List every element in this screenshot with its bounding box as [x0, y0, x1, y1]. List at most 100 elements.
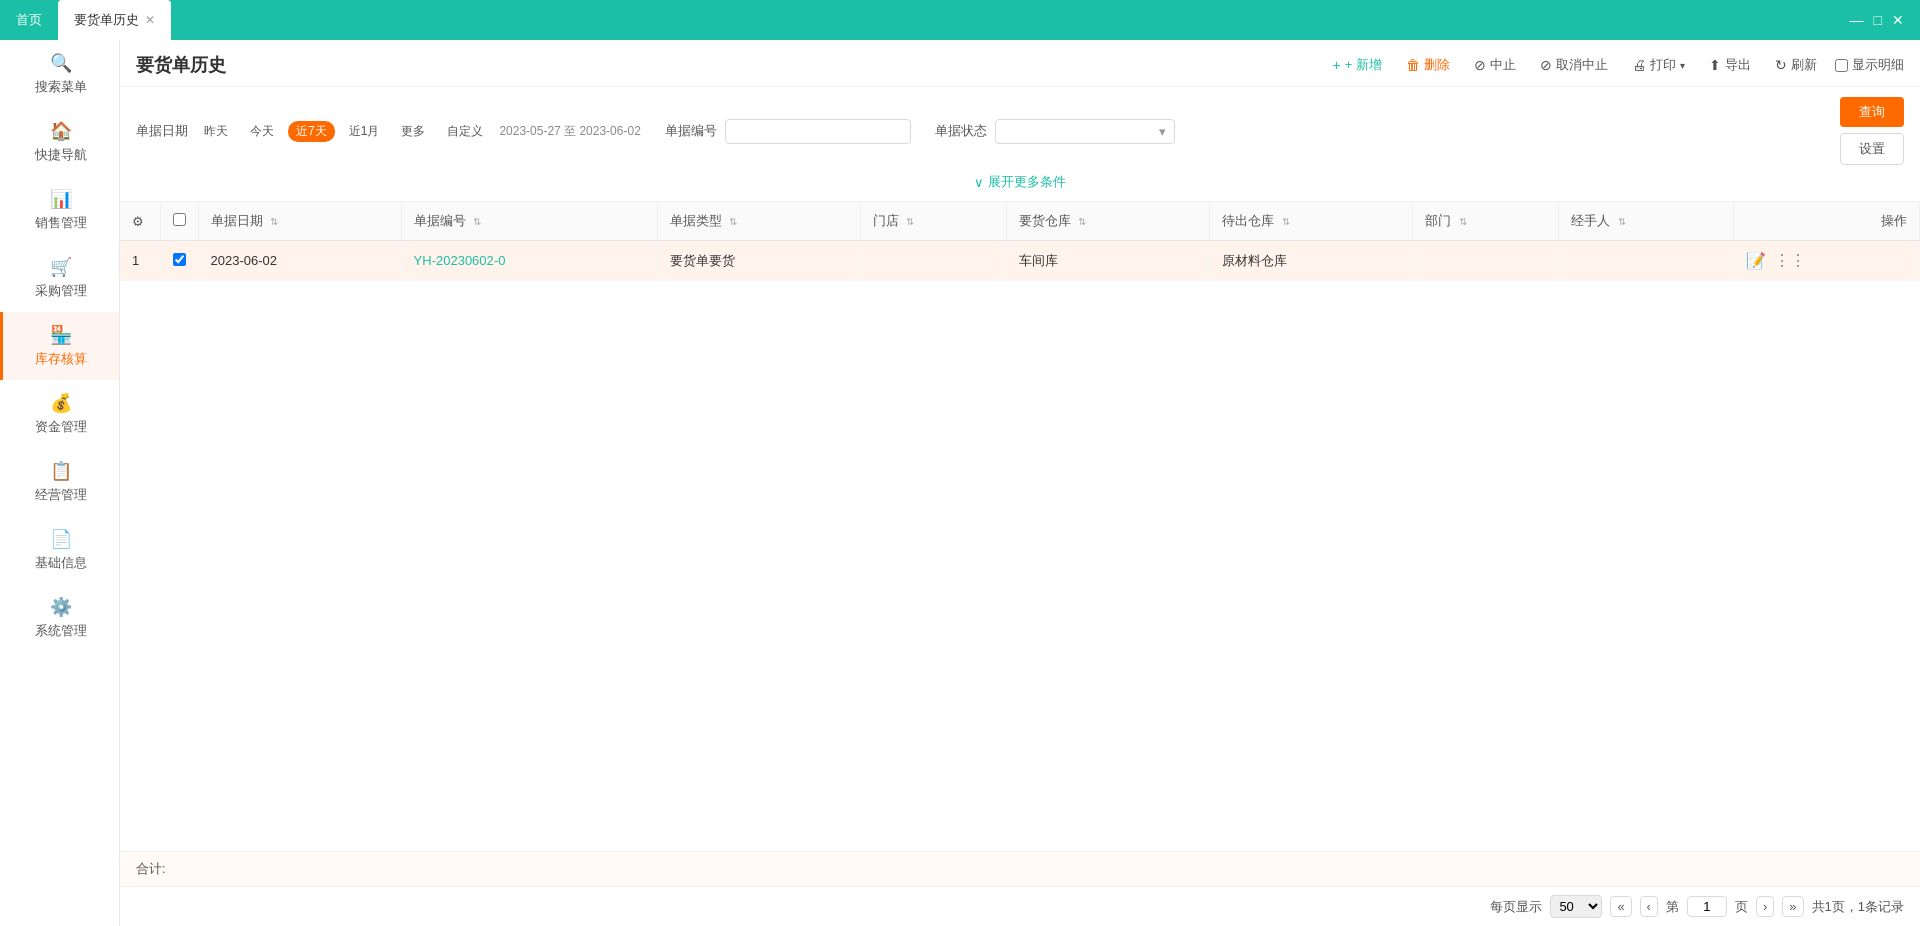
- sidebar-item-purchase-label: 采购管理: [35, 282, 87, 300]
- th-store[interactable]: 门店 ⇅: [860, 202, 1006, 241]
- next-page-button[interactable]: ›: [1756, 896, 1774, 917]
- select-all-checkbox[interactable]: [173, 213, 186, 226]
- row-req-warehouse: 车间库: [1006, 241, 1209, 281]
- finance-icon: 💰: [50, 392, 72, 414]
- row-more-icon[interactable]: ⋮⋮: [1774, 251, 1806, 270]
- th-doc-no-label: 单据编号: [414, 213, 466, 228]
- sidebar-item-purchase[interactable]: 🛒 采购管理: [0, 244, 119, 312]
- print-arrow-icon: ▾: [1680, 60, 1685, 71]
- date-btn-7days[interactable]: 近7天: [288, 121, 335, 142]
- date-buttons: 昨天 今天 近7天 近1月 更多 自定义: [196, 121, 491, 142]
- sidebar-item-quick-nav[interactable]: 🏠 快捷导航: [0, 108, 119, 176]
- sidebar-item-operations[interactable]: 📋 经营管理: [0, 448, 119, 516]
- department-sort-icon: ⇅: [1459, 216, 1467, 227]
- export-label: 导出: [1725, 56, 1751, 74]
- th-settings[interactable]: ⚙: [120, 202, 160, 241]
- sidebar-item-basic-info[interactable]: 📄 基础信息: [0, 516, 119, 584]
- row-edit-icon[interactable]: 📝: [1746, 251, 1766, 270]
- search-menu-icon: 🔍: [50, 52, 72, 74]
- page-number-input[interactable]: [1687, 896, 1727, 917]
- display-cell-button[interactable]: 显示明细: [1835, 56, 1904, 74]
- sidebar-item-system-label: 系统管理: [35, 622, 87, 640]
- date-btn-today[interactable]: 今天: [242, 121, 282, 142]
- req-warehouse-sort-icon: ⇅: [1078, 216, 1086, 227]
- settings-button[interactable]: 设置: [1840, 133, 1904, 165]
- action-icons: 📝 ⋮⋮: [1746, 251, 1907, 270]
- column-settings-icon[interactable]: ⚙: [132, 214, 144, 229]
- page-header: 要货单历史 + + 新增 🗑 删除 ⊘ 中止 ⊘ 取消中止: [120, 40, 1920, 87]
- expand-label: 展开更多条件: [988, 173, 1066, 191]
- maximize-icon[interactable]: □: [1874, 12, 1882, 28]
- sidebar-item-inventory-label: 库存核算: [35, 350, 87, 368]
- date-btn-custom[interactable]: 自定义: [439, 121, 491, 142]
- row-doc-no-link[interactable]: YH-20230602-0: [414, 253, 506, 268]
- sidebar-item-search-menu[interactable]: 🔍 搜索菜单: [0, 40, 119, 108]
- th-req-warehouse-label: 要货仓库: [1019, 213, 1071, 228]
- close-window-icon[interactable]: ✕: [1892, 12, 1904, 28]
- row-actions: 📝 ⋮⋮: [1733, 241, 1919, 281]
- first-page-button[interactable]: «: [1610, 896, 1631, 917]
- refresh-icon: ↻: [1775, 57, 1787, 73]
- tab-close-icon[interactable]: ✕: [145, 13, 155, 27]
- cancel-stop-label: 取消中止: [1556, 56, 1608, 74]
- minimize-icon[interactable]: —: [1850, 12, 1864, 28]
- inventory-icon: 🏪: [50, 324, 72, 346]
- th-doc-date[interactable]: 单据日期 ⇅: [198, 202, 401, 241]
- th-pending-warehouse-label: 待出仓库: [1222, 213, 1274, 228]
- row-index: 1: [120, 241, 160, 281]
- status-select[interactable]: ▾: [995, 119, 1175, 144]
- sidebar-item-sales-label: 销售管理: [35, 214, 87, 232]
- row-pending-warehouse-value: 原材料仓库: [1222, 253, 1287, 268]
- date-btn-yesterday[interactable]: 昨天: [196, 121, 236, 142]
- refresh-button[interactable]: ↻ 刷新: [1769, 52, 1823, 78]
- per-page-select[interactable]: 50 10 20 100: [1550, 895, 1602, 918]
- prev-page-button[interactable]: ‹: [1640, 896, 1658, 917]
- handler-sort-icon: ⇅: [1618, 216, 1626, 227]
- sidebar-item-system[interactable]: ⚙️ 系统管理: [0, 584, 119, 652]
- sidebar-item-inventory[interactable]: 🏪 库存核算: [0, 312, 119, 380]
- sidebar-item-finance[interactable]: 💰 资金管理: [0, 380, 119, 448]
- print-button[interactable]: 🖨 打印 ▾: [1626, 52, 1691, 78]
- cancel-stop-button[interactable]: ⊘ 取消中止: [1534, 52, 1614, 78]
- th-handler[interactable]: 经手人 ⇅: [1559, 202, 1734, 241]
- row-doc-no: YH-20230602-0: [401, 241, 657, 281]
- new-button[interactable]: + + 新增: [1327, 52, 1388, 78]
- refresh-label: 刷新: [1791, 56, 1817, 74]
- stop-button[interactable]: ⊘ 中止: [1468, 52, 1522, 78]
- delete-button[interactable]: 🗑 删除: [1400, 52, 1456, 78]
- total-info: 共1页，1条记录: [1812, 898, 1904, 916]
- th-department-label: 部门: [1425, 213, 1451, 228]
- filter-area: 单据日期 昨天 今天 近7天 近1月 更多 自定义 2023-05-27 至 2…: [120, 87, 1920, 202]
- table-header: ⚙ 单据日期 ⇅ 单据编号 ⇅: [120, 202, 1920, 241]
- sidebar-item-sales[interactable]: 📊 销售管理: [0, 176, 119, 244]
- row-doc-type: 要货单要货: [657, 241, 860, 281]
- window-controls: — □ ✕: [1850, 12, 1920, 28]
- display-cell-checkbox[interactable]: [1835, 59, 1848, 72]
- th-pending-warehouse[interactable]: 待出仓库 ⇅: [1209, 202, 1412, 241]
- row-doc-type-value: 要货单要货: [670, 253, 735, 268]
- date-filter-label: 单据日期: [136, 122, 188, 140]
- last-page-button[interactable]: »: [1782, 896, 1803, 917]
- tab-home[interactable]: 首页: [0, 0, 58, 40]
- table-footer: 合计:: [120, 851, 1920, 886]
- th-doc-date-label: 单据日期: [211, 213, 263, 228]
- th-doc-type-label: 单据类型: [670, 213, 722, 228]
- doc-date-sort-icon: ⇅: [270, 216, 278, 227]
- th-department[interactable]: 部门 ⇅: [1412, 202, 1558, 241]
- status-filter: 单据状态 ▾: [935, 119, 1175, 144]
- tab-requisition-history[interactable]: 要货单历史 ✕: [58, 0, 171, 40]
- th-doc-no[interactable]: 单据编号 ⇅: [401, 202, 657, 241]
- operations-icon: 📋: [50, 460, 72, 482]
- query-button[interactable]: 查询: [1840, 97, 1904, 127]
- sidebar-item-finance-label: 资金管理: [35, 418, 87, 436]
- date-btn-1month[interactable]: 近1月: [341, 121, 388, 142]
- content-area: 要货单历史 + + 新增 🗑 删除 ⊘ 中止 ⊘ 取消中止: [120, 40, 1920, 926]
- row-checkbox[interactable]: [173, 253, 186, 266]
- doc-no-input[interactable]: [725, 119, 911, 144]
- expand-more-button[interactable]: ∨ 展开更多条件: [136, 173, 1904, 191]
- table-body: 1 2023-06-02 YH-20230602-0 要货单要货: [120, 241, 1920, 281]
- date-btn-more[interactable]: 更多: [393, 121, 433, 142]
- th-doc-type[interactable]: 单据类型 ⇅: [657, 202, 860, 241]
- th-req-warehouse[interactable]: 要货仓库 ⇅: [1006, 202, 1209, 241]
- export-button[interactable]: ⬆ 导出: [1703, 52, 1757, 78]
